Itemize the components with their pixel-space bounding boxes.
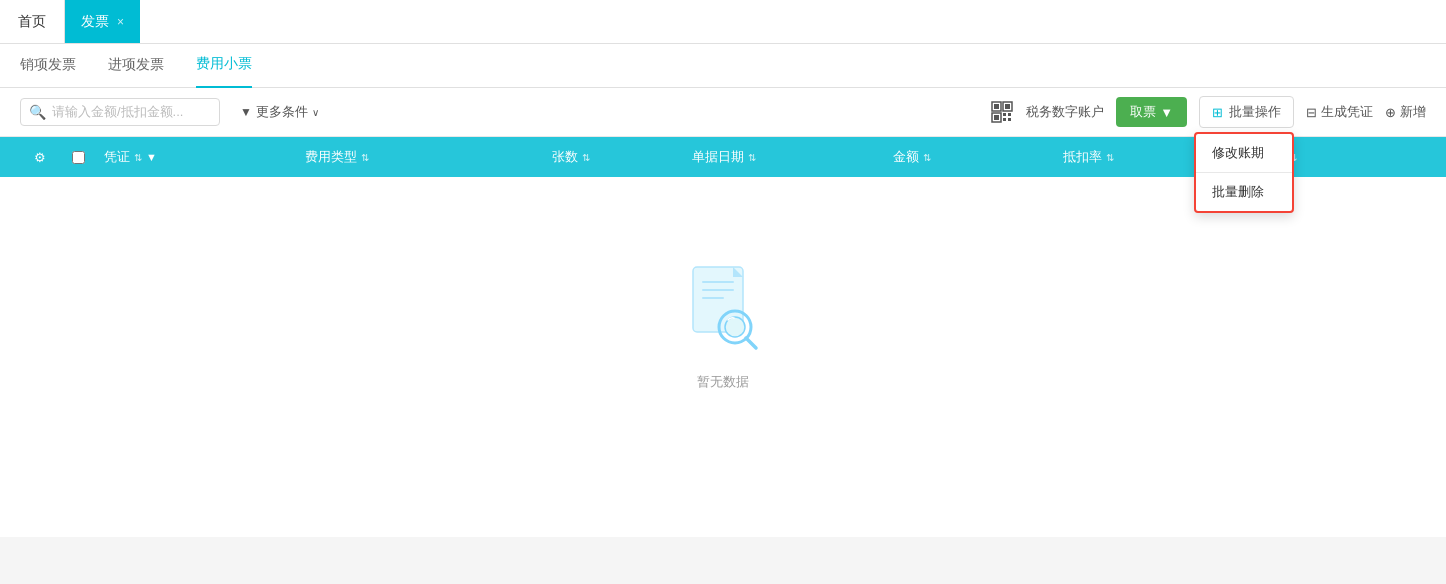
th-date[interactable]: 单据日期 ⇅ <box>684 148 885 166</box>
dropdown-item-batch-delete[interactable]: 批量删除 <box>1196 173 1292 211</box>
search-box[interactable]: 🔍 请输入金额/抵扣金额... <box>20 98 220 126</box>
add-button[interactable]: ⊕ 新增 <box>1385 103 1426 121</box>
sub-nav-item-sales-invoice[interactable]: 销项发票 <box>20 44 76 88</box>
svg-rect-5 <box>994 115 999 120</box>
home-label: 首页 <box>18 13 46 31</box>
sort-icon-deduct-rate: ⇅ <box>1106 152 1114 163</box>
toolbar-right: 税务数字账户 取票 ▼ ⊞ 批量操作 修改账期 批量删除 <box>990 96 1426 128</box>
generate-voucher-icon: ⊟ <box>1306 105 1317 120</box>
dropdown-item-change-period[interactable]: 修改账期 <box>1196 134 1292 172</box>
chevron-down-icon: ∨ <box>312 107 319 118</box>
sort-icon-date: ⇅ <box>748 152 756 163</box>
svg-rect-7 <box>1008 113 1011 116</box>
sub-nav: 销项发票 进项发票 费用小票 <box>0 44 1446 88</box>
search-icon: 🔍 <box>29 104 46 120</box>
batch-op-button[interactable]: ⊞ 批量操作 <box>1199 96 1294 128</box>
search-placeholder: 请输入金额/抵扣金额... <box>52 103 183 121</box>
svg-rect-9 <box>1008 118 1011 121</box>
get-ticket-label: 取票 <box>1130 103 1156 121</box>
empty-state: 暂无数据 <box>0 177 1446 431</box>
svg-line-16 <box>746 338 756 348</box>
chevron-down-icon: ▼ <box>1160 105 1173 120</box>
generate-voucher-label: 生成凭证 <box>1321 103 1373 121</box>
sort-icon-count: ⇅ <box>582 152 590 163</box>
filter-button[interactable]: ▼ 更多条件 ∨ <box>232 99 327 125</box>
toolbar: 🔍 请输入金额/抵扣金额... ▼ 更多条件 ∨ <box>0 88 1446 137</box>
qr-icon <box>990 100 1014 124</box>
top-nav: 首页 发票 × <box>0 0 1446 44</box>
invoice-tab[interactable]: 发票 × <box>65 0 140 43</box>
tax-digital-button[interactable]: 税务数字账户 <box>1026 103 1104 121</box>
add-label: 新增 <box>1400 103 1426 121</box>
sort-icon-amount: ⇅ <box>923 152 931 163</box>
svg-rect-3 <box>1005 104 1010 109</box>
empty-text: 暂无数据 <box>697 373 749 391</box>
batch-op-dropdown: 修改账期 批量删除 <box>1194 132 1294 213</box>
sort-icon-voucher: ⇅ <box>134 152 142 163</box>
qr-code-button[interactable] <box>990 100 1014 124</box>
get-ticket-button[interactable]: 取票 ▼ <box>1116 97 1187 127</box>
close-icon[interactable]: × <box>117 15 124 29</box>
invoice-tab-label: 发票 <box>81 13 109 31</box>
th-voucher[interactable]: 凭证 ⇅ ▼ <box>96 148 297 166</box>
sort-icon-expense-type: ⇅ <box>361 152 369 163</box>
svg-rect-1 <box>994 104 999 109</box>
generate-voucher-button[interactable]: ⊟ 生成凭证 <box>1306 103 1373 121</box>
svg-rect-8 <box>1003 118 1006 121</box>
sub-nav-item-purchase-invoice[interactable]: 进项发票 <box>108 44 164 88</box>
filter-icon: ▼ <box>240 105 252 119</box>
sub-nav-item-expense-receipt[interactable]: 费用小票 <box>196 44 252 88</box>
filter-label: 更多条件 <box>256 103 308 121</box>
batch-icon: ⊞ <box>1212 105 1223 120</box>
empty-illustration <box>673 257 773 357</box>
th-settings[interactable]: ⚙ <box>20 150 60 165</box>
th-expense-type[interactable]: 费用类型 ⇅ <box>297 148 544 166</box>
batch-op-label: 批量操作 <box>1229 103 1281 121</box>
batch-op-container: ⊞ 批量操作 修改账期 批量删除 <box>1199 96 1294 128</box>
select-all-checkbox[interactable] <box>72 151 85 164</box>
filter-icon-voucher: ▼ <box>146 151 157 163</box>
tax-digital-label: 税务数字账户 <box>1026 104 1104 119</box>
th-checkbox[interactable] <box>60 151 96 164</box>
svg-rect-6 <box>1003 113 1006 116</box>
settings-icon: ⚙ <box>34 150 46 165</box>
th-count[interactable]: 张数 ⇅ <box>544 148 683 166</box>
home-tab[interactable]: 首页 <box>0 0 65 43</box>
th-amount[interactable]: 金额 ⇅ <box>885 148 1055 166</box>
add-icon: ⊕ <box>1385 105 1396 120</box>
